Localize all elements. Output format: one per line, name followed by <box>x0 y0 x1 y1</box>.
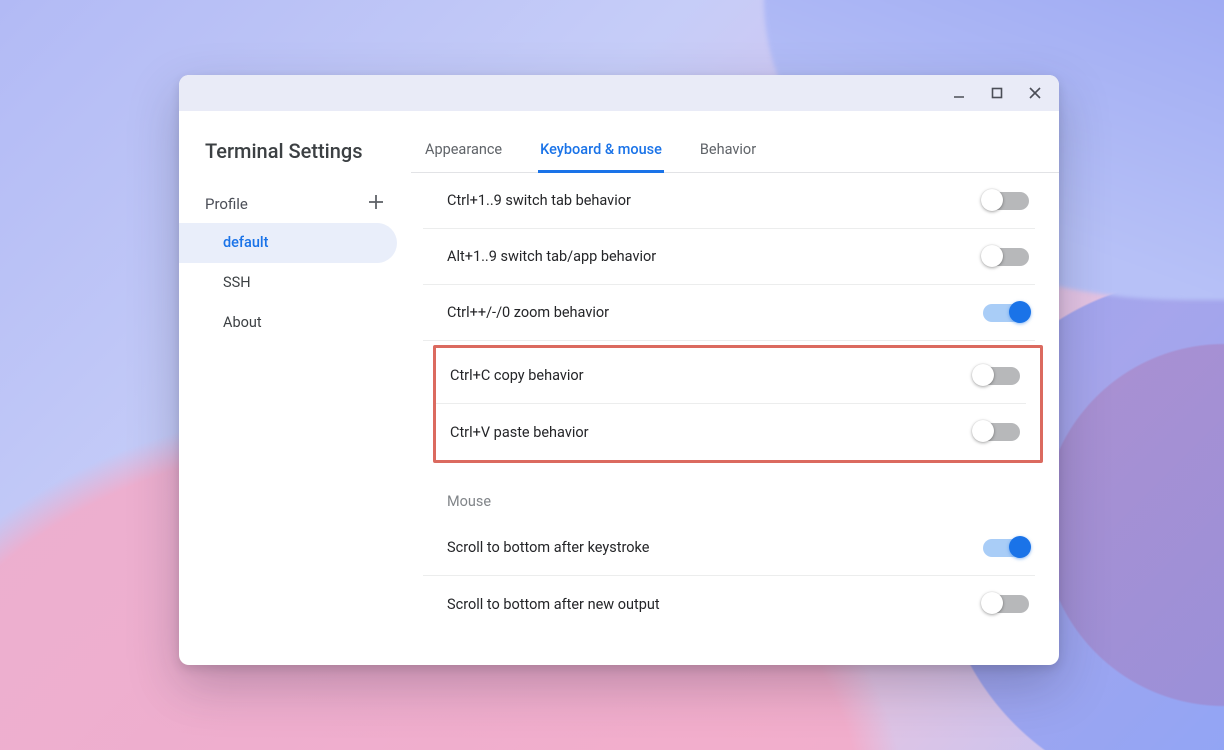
sidebar: Terminal Settings Profile default SSH Ab… <box>179 111 411 665</box>
toggle-scrollkey[interactable] <box>983 539 1029 557</box>
toggle-knob <box>1009 301 1031 323</box>
setting-row-scrollout: Scroll to bottom after new output <box>423 576 1035 632</box>
profile-section-header: Profile <box>179 185 411 223</box>
toggle-zoom[interactable] <box>983 304 1029 322</box>
sidebar-item-ssh[interactable]: SSH <box>179 263 397 303</box>
setting-row-paste: Ctrl+V paste behavior <box>436 404 1026 460</box>
tab-behavior[interactable]: Behavior <box>698 127 758 173</box>
window-titlebar <box>179 75 1059 111</box>
toggle-knob <box>981 592 1003 614</box>
sidebar-item-about[interactable]: About <box>179 303 397 343</box>
toggle-alt19[interactable] <box>983 248 1029 266</box>
toggle-paste[interactable] <box>974 423 1020 441</box>
minimize-icon <box>952 86 966 100</box>
setting-label: Ctrl++/-/0 zoom behavior <box>447 304 609 321</box>
setting-label: Alt+1..9 switch tab/app behavior <box>447 248 656 265</box>
setting-label: Scroll to bottom after new output <box>447 596 660 613</box>
setting-label: Ctrl+C copy behavior <box>450 367 584 384</box>
page-title: Terminal Settings <box>179 139 411 185</box>
toggle-knob <box>981 245 1003 267</box>
toggle-ctrl19[interactable] <box>983 192 1029 210</box>
maximize-button[interactable] <box>979 78 1015 108</box>
settings-window: Terminal Settings Profile default SSH Ab… <box>179 75 1059 665</box>
tab-label: Appearance <box>425 141 502 158</box>
maximize-icon <box>990 86 1004 100</box>
setting-row-alt19: Alt+1..9 switch tab/app behavior <box>423 229 1035 285</box>
toggle-knob <box>981 189 1003 211</box>
sidebar-item-label: About <box>223 314 262 331</box>
add-profile-button[interactable] <box>367 193 385 215</box>
toggle-knob <box>972 420 994 442</box>
settings-list: Ctrl+1..9 switch tab behavior Alt+1..9 s… <box>411 173 1059 665</box>
tab-label: Behavior <box>700 141 756 158</box>
close-button[interactable] <box>1017 78 1053 108</box>
setting-label: Ctrl+1..9 switch tab behavior <box>447 192 631 209</box>
toggle-copy[interactable] <box>974 367 1020 385</box>
highlight-box: Ctrl+C copy behavior Ctrl+V paste behavi… <box>433 345 1043 463</box>
setting-row-copy: Ctrl+C copy behavior <box>436 348 1026 404</box>
setting-label: Scroll to bottom after keystroke <box>447 539 649 556</box>
sidebar-item-label: default <box>223 234 268 251</box>
tab-bar: Appearance Keyboard & mouse Behavior <box>411 127 1059 173</box>
sidebar-item-default[interactable]: default <box>179 223 397 263</box>
setting-row-scrollkey: Scroll to bottom after keystroke <box>423 520 1035 576</box>
mouse-section-heading: Mouse <box>423 463 1035 520</box>
toggle-knob <box>972 364 994 386</box>
toggle-knob <box>1009 536 1031 558</box>
minimize-button[interactable] <box>941 78 977 108</box>
setting-row-zoom: Ctrl++/-/0 zoom behavior <box>423 285 1035 341</box>
sidebar-item-label: SSH <box>223 274 251 291</box>
setting-row-ctrl19: Ctrl+1..9 switch tab behavior <box>423 173 1035 229</box>
setting-label: Ctrl+V paste behavior <box>450 424 589 441</box>
profile-label: Profile <box>205 195 248 213</box>
main-panel: Appearance Keyboard & mouse Behavior Ctr… <box>411 111 1059 665</box>
toggle-scrollout[interactable] <box>983 595 1029 613</box>
tab-label: Keyboard & mouse <box>540 141 662 158</box>
plus-icon <box>367 193 385 211</box>
tab-keyboard-mouse[interactable]: Keyboard & mouse <box>538 127 664 173</box>
tab-appearance[interactable]: Appearance <box>423 127 504 173</box>
close-icon <box>1028 86 1042 100</box>
